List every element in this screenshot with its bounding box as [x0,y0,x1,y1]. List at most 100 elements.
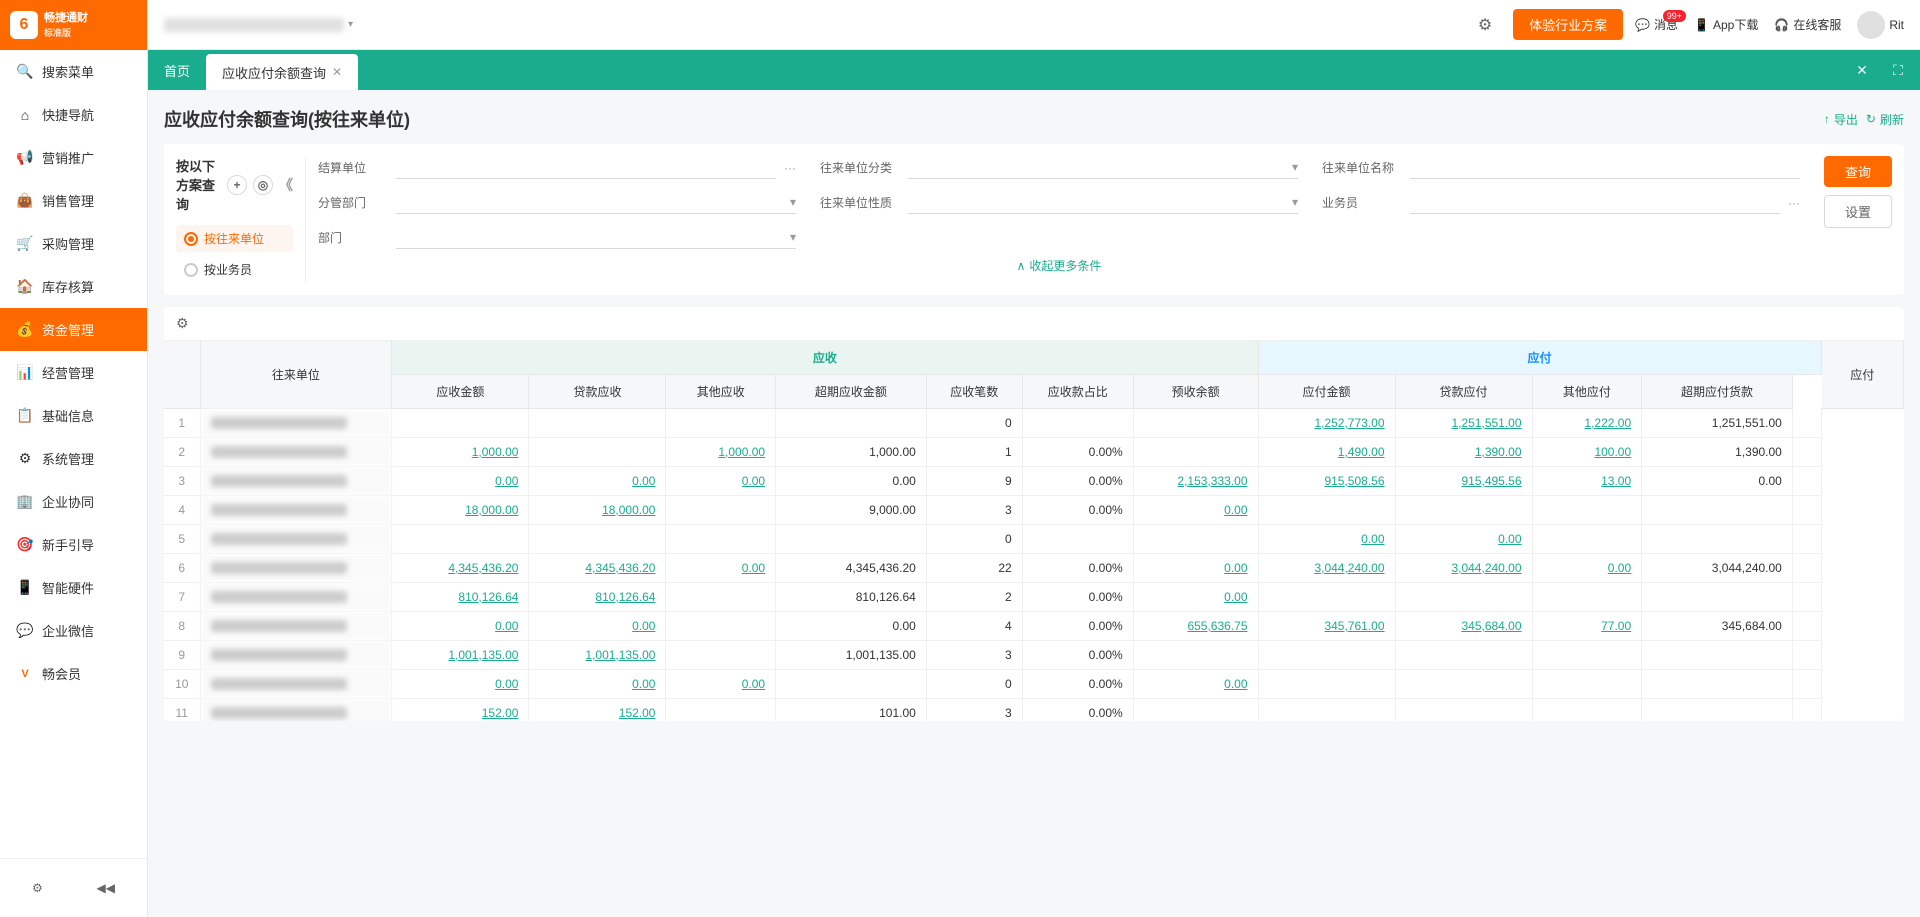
user-menu[interactable]: Rit [1857,11,1904,39]
cell-link[interactable]: 915,495.56 [1461,474,1521,488]
cell-link[interactable]: 0.00 [1224,503,1247,517]
cell-ar-count: 4 [926,612,1022,641]
cell-link[interactable]: 810,126.64 [458,590,518,604]
salesperson-dots[interactable]: ··· [1788,196,1800,210]
cell-link[interactable]: 0.00 [742,561,765,575]
cell-partner [200,670,392,699]
dept-select[interactable]: ▾ [396,191,796,214]
collapse-btn[interactable]: ◀◀ [81,871,131,905]
sidebar-item-wechat[interactable]: 💬 企业微信 [0,609,147,652]
cell-link[interactable]: 0.00 [1608,561,1631,575]
cell-link[interactable]: 1,490.00 [1338,445,1385,459]
cell-link[interactable]: 0.00 [495,474,518,488]
cell-link[interactable]: 2,153,333.00 [1177,474,1247,488]
settings-btn[interactable]: ⚙ [16,871,59,905]
cell-link[interactable]: 18,000.00 [465,503,518,517]
sidebar-item-inventory[interactable]: 🏠 库存核算 [0,265,147,308]
cell-ap-loan [1395,583,1532,612]
tab-home[interactable]: 首页 [148,50,206,90]
settings-button[interactable]: 设置 [1824,195,1892,228]
cell-link[interactable]: 0.00 [1498,532,1521,546]
sidebar-item-member[interactable]: V 畅会员 [0,652,147,695]
sidebar-item-finance[interactable]: 💰 资金管理 [0,308,147,351]
cell-link[interactable]: 4,345,436.20 [585,561,655,575]
collapse-conditions-button[interactable]: ∧ 收起更多条件 [318,257,1800,274]
cell-link[interactable]: 0.00 [495,677,518,691]
query-button[interactable]: 查询 [1824,156,1892,187]
cell-link[interactable]: 810,126.64 [595,590,655,604]
query-type-by-partner[interactable]: 按往来单位 [176,225,293,252]
cell-link[interactable]: 152.00 [482,706,519,720]
cell-link[interactable]: 1,222.00 [1584,416,1631,430]
tab-ar-ap[interactable]: 应收应付余额查询 ✕ [206,54,358,90]
cell-link[interactable]: 0.00 [742,677,765,691]
cell-link[interactable]: 152.00 [619,706,656,720]
app-download-button[interactable]: 📱 App下载 [1694,16,1758,33]
cell-ar-amt: 0.00 [392,670,529,699]
maximize-icon[interactable]: ⛶ [1884,56,1912,84]
cell-prepay: 0.00 [1133,496,1258,525]
sidebar-item-sales[interactable]: 👜 销售管理 [0,179,147,222]
query-type-by-salesperson[interactable]: 按业务员 [176,256,293,283]
settings-filter-button[interactable]: ◎ [253,175,273,195]
cell-link[interactable]: 0.00 [1224,590,1247,604]
add-filter-button[interactable]: + [227,175,247,195]
cell-link[interactable]: 77.00 [1601,619,1631,633]
partner-type-select[interactable]: ▾ [908,191,1298,214]
refresh-button[interactable]: ↻ 刷新 [1866,111,1904,128]
message-button[interactable]: 💬 消息 99+ [1635,16,1678,33]
sidebar-item-base-info[interactable]: 📋 基础信息 [0,394,147,437]
cell-link[interactable]: 0.00 [742,474,765,488]
sidebar-item-guide[interactable]: 🎯 新手引导 [0,523,147,566]
export-button[interactable]: ↑ 导出 [1824,111,1858,128]
salesperson-input[interactable] [1410,191,1780,214]
cell-link[interactable]: 13.00 [1601,474,1631,488]
settlement-unit-input[interactable] [396,156,776,179]
cell-link[interactable]: 1,001,135.00 [585,648,655,662]
cell-link[interactable]: 0.00 [632,677,655,691]
cell-link[interactable]: 3,044,240.00 [1451,561,1521,575]
cell-link[interactable]: 1,000.00 [718,445,765,459]
promo-button[interactable]: 体验行业方案 [1513,9,1623,40]
cell-link[interactable]: 0.00 [632,619,655,633]
cell-link[interactable]: 100.00 [1594,445,1631,459]
cell-link[interactable]: 0.00 [495,619,518,633]
tab-close-icon[interactable]: ✕ [332,65,342,79]
cell-ar-ratio: 0.00% [1022,467,1133,496]
cell-link[interactable]: 0.00 [1224,677,1247,691]
gear-icon[interactable]: ⚙ [1469,9,1501,41]
cell-link[interactable]: 1,252,773.00 [1314,416,1384,430]
branch-select[interactable]: ▾ [396,226,796,249]
sidebar-item-purchase[interactable]: 🛒 采购管理 [0,222,147,265]
cell-link[interactable]: 655,636.75 [1187,619,1247,633]
cell-link[interactable]: 1,251,551.00 [1451,416,1521,430]
cell-link[interactable]: 0.00 [632,474,655,488]
sidebar-item-marketing[interactable]: 📢 营销推广 [0,136,147,179]
cell-link[interactable]: 345,761.00 [1324,619,1384,633]
cell-link[interactable]: 915,508.56 [1324,474,1384,488]
close-window-icon[interactable]: ✕ [1848,56,1876,84]
sidebar-item-enterprise[interactable]: 🏢 企业协同 [0,480,147,523]
table-scroll[interactable]: 往来单位 应收 应付 应付 应收金额 贷款应收 其他应收 超期应收金额 应收笔数… [164,341,1904,721]
partner-name-input[interactable] [1410,156,1800,179]
sidebar-item-system[interactable]: ⚙ 系统管理 [0,437,147,480]
cell-link[interactable]: 3,044,240.00 [1314,561,1384,575]
sidebar-item-quick-nav[interactable]: ⌂ 快捷导航 [0,93,147,136]
chevron-down-icon[interactable]: ▾ [348,19,353,30]
service-button[interactable]: 🎧 在线客服 [1774,16,1841,33]
cell-link[interactable]: 1,390.00 [1475,445,1522,459]
cell-link[interactable]: 18,000.00 [602,503,655,517]
cell-link[interactable]: 4,345,436.20 [448,561,518,575]
cell-link[interactable]: 0.00 [1224,561,1247,575]
sidebar-item-smart-hw[interactable]: 📱 智能硬件 [0,566,147,609]
cell-link[interactable]: 1,001,135.00 [448,648,518,662]
sidebar-item-search-menu[interactable]: 🔍 搜索菜单 [0,50,147,93]
settlement-unit-dots[interactable]: ··· [784,161,796,175]
cell-link[interactable]: 345,684.00 [1461,619,1521,633]
sidebar-item-operations[interactable]: 📊 经营管理 [0,351,147,394]
cell-link[interactable]: 0.00 [1361,532,1384,546]
table-settings-icon[interactable]: ⚙ [176,315,189,332]
cell-link[interactable]: 1,000.00 [472,445,519,459]
partner-category-select[interactable]: ▾ [908,156,1298,179]
collapse-filter-icon[interactable]: 《 [279,175,293,195]
